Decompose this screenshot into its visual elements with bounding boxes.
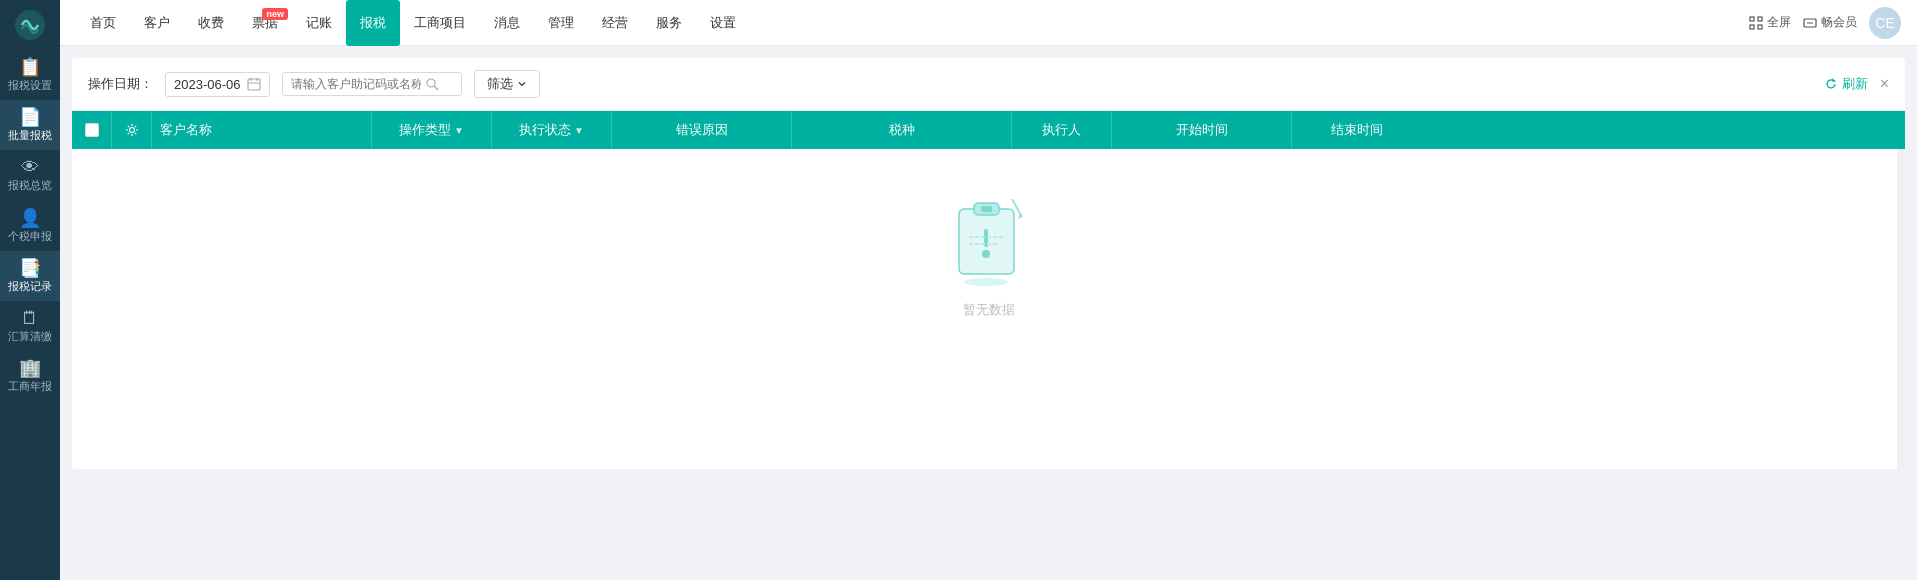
th-zhixingren: 执行人 bbox=[1012, 111, 1112, 149]
svg-rect-1 bbox=[1750, 17, 1754, 21]
fullscreen-button[interactable]: 全屏 bbox=[1749, 14, 1791, 31]
empty-text: 暂无数据 bbox=[963, 301, 1015, 319]
th-caozuo-leixing[interactable]: 操作类型 ▼ bbox=[372, 111, 492, 149]
empty-illustration bbox=[944, 189, 1034, 289]
gongshang-nianbao-icon: 🏢 bbox=[19, 359, 41, 377]
piliang-baoshui-icon: 📄 bbox=[19, 108, 41, 126]
sidebar-item-baoshui-zonlan[interactable]: 👁 报税总览 bbox=[0, 150, 60, 200]
topnav: 首页 客户 收费 票据 new 记账 报税 工商项目 消息 管理 经营 bbox=[60, 0, 1917, 46]
chevron-down-icon bbox=[517, 79, 527, 89]
th-jieshu-shijian: 结束时间 bbox=[1292, 111, 1422, 149]
nav-xiaoxi[interactable]: 消息 bbox=[480, 0, 534, 46]
nav-piaoju[interactable]: 票据 new bbox=[238, 0, 292, 46]
refresh-button[interactable]: 刷新 bbox=[1824, 75, 1868, 93]
sidebar-item-geshui-shenbao[interactable]: 👤 个税申报 bbox=[0, 201, 60, 251]
topnav-right: 全屏 畅会员 CE bbox=[1749, 7, 1901, 39]
piaoju-badge: new bbox=[262, 8, 288, 20]
table-header: 客户名称 操作类型 ▼ 执行状态 ▼ 错误原因 税种 执行人 bbox=[72, 111, 1905, 149]
svg-line-12 bbox=[434, 86, 438, 90]
sort-caozuo-icon: ▼ bbox=[454, 125, 464, 136]
empty-icon bbox=[944, 189, 1034, 289]
svg-point-11 bbox=[427, 79, 435, 87]
sidebar-item-baoshui-shezhi[interactable]: 📋 报税设置 bbox=[0, 50, 60, 100]
nav-gongshang-xiangmu[interactable]: 工商项目 bbox=[400, 0, 480, 46]
th-shuizhong: 税种 bbox=[792, 111, 1012, 149]
select-all-checkbox[interactable] bbox=[85, 123, 99, 137]
sidebar: 📋 报税设置 📄 批量报税 👁 报税总览 👤 个税申报 📑 报税记录 🗒 汇算清… bbox=[0, 0, 60, 580]
member-icon bbox=[1803, 16, 1817, 30]
search-icon bbox=[425, 77, 439, 91]
baoshui-zonlan-icon: 👁 bbox=[21, 158, 39, 176]
main-card: 操作日期： 2023-06-06 bbox=[72, 58, 1905, 469]
sidebar-item-baoshui-jilu[interactable]: 📑 报税记录 bbox=[0, 251, 60, 301]
svg-point-17 bbox=[982, 250, 990, 258]
sidebar-item-gongshang-nianbao[interactable]: 🏢 工商年报 bbox=[0, 351, 60, 401]
th-kehu-mingcheng: 客户名称 bbox=[152, 111, 372, 149]
sidebar-item-baoshui-shezhi-label: 报税设置 bbox=[8, 79, 52, 92]
baoshui-jilu-icon: 📑 bbox=[19, 259, 41, 277]
th-kaishi-shijian: 开始时间 bbox=[1112, 111, 1292, 149]
table-body: 暂无数据 bbox=[72, 149, 1905, 469]
svg-point-13 bbox=[129, 128, 134, 133]
close-button[interactable]: × bbox=[1880, 75, 1889, 93]
sort-zhixing-icon: ▼ bbox=[574, 125, 584, 136]
baoshui-shezhi-icon: 📋 bbox=[19, 58, 41, 76]
nav-shoufei[interactable]: 收费 bbox=[184, 0, 238, 46]
svg-rect-16 bbox=[981, 206, 992, 212]
th-cuowu-yuanyin: 错误原因 bbox=[612, 111, 792, 149]
calendar-icon bbox=[247, 77, 261, 91]
content-area: 操作日期： 2023-06-06 bbox=[60, 46, 1917, 580]
scrollbar-track[interactable] bbox=[1897, 149, 1905, 469]
date-picker[interactable]: 2023-06-06 bbox=[165, 72, 270, 97]
sidebar-item-geshui-shenbao-label: 个税申报 bbox=[8, 230, 52, 243]
nav-shezhi[interactable]: 设置 bbox=[696, 0, 750, 46]
sidebar-item-baoshui-jilu-label: 报税记录 bbox=[8, 280, 52, 293]
user-avatar[interactable]: CE bbox=[1869, 7, 1901, 39]
th-checkbox[interactable] bbox=[72, 111, 112, 149]
sidebar-item-huisuan-jiaona-label: 汇算清缴 bbox=[8, 330, 52, 343]
nav-guanli[interactable]: 管理 bbox=[534, 0, 588, 46]
member-button[interactable]: 畅会员 bbox=[1803, 14, 1857, 31]
svg-rect-7 bbox=[248, 79, 260, 90]
toolbar: 操作日期： 2023-06-06 bbox=[72, 58, 1905, 111]
settings-icon bbox=[124, 122, 140, 138]
toolbar-right: 刷新 × bbox=[1824, 75, 1889, 93]
main-area: 首页 客户 收费 票据 new 记账 报税 工商项目 消息 管理 经营 bbox=[60, 0, 1917, 580]
sidebar-logo bbox=[0, 0, 60, 50]
sidebar-item-piliang-baoshui-label: 批量报税 bbox=[8, 129, 52, 142]
sidebar-item-piliang-baoshui[interactable]: 📄 批量报税 bbox=[0, 100, 60, 150]
search-input[interactable] bbox=[291, 77, 421, 91]
nav-baoshui[interactable]: 报税 bbox=[346, 0, 400, 46]
refresh-icon bbox=[1824, 77, 1838, 91]
filter-button[interactable]: 筛选 bbox=[474, 70, 540, 98]
th-settings[interactable] bbox=[112, 111, 152, 149]
fullscreen-icon bbox=[1749, 16, 1763, 30]
nav-shouye[interactable]: 首页 bbox=[76, 0, 130, 46]
nav-jizhan[interactable]: 记账 bbox=[292, 0, 346, 46]
sidebar-item-gongshang-nianbao-label: 工商年报 bbox=[8, 380, 52, 393]
th-zhixing-zhuangtai[interactable]: 执行状态 ▼ bbox=[492, 111, 612, 149]
sidebar-item-huisuan-jiaona[interactable]: 🗒 汇算清缴 bbox=[0, 301, 60, 351]
svg-rect-4 bbox=[1758, 25, 1762, 29]
nav-fuwu[interactable]: 服务 bbox=[642, 0, 696, 46]
svg-point-23 bbox=[964, 278, 1008, 286]
svg-rect-2 bbox=[1758, 17, 1762, 21]
nav-jingying[interactable]: 经营 bbox=[588, 0, 642, 46]
huisuan-jiaona-icon: 🗒 bbox=[21, 309, 39, 327]
sidebar-item-baoshui-zonlan-label: 报税总览 bbox=[8, 179, 52, 192]
date-label: 操作日期： bbox=[88, 75, 153, 93]
geshui-shenbao-icon: 👤 bbox=[19, 209, 41, 227]
search-box[interactable] bbox=[282, 72, 462, 96]
svg-rect-3 bbox=[1750, 25, 1754, 29]
empty-state: 暂无数据 bbox=[72, 149, 1905, 379]
nav-kehu[interactable]: 客户 bbox=[130, 0, 184, 46]
